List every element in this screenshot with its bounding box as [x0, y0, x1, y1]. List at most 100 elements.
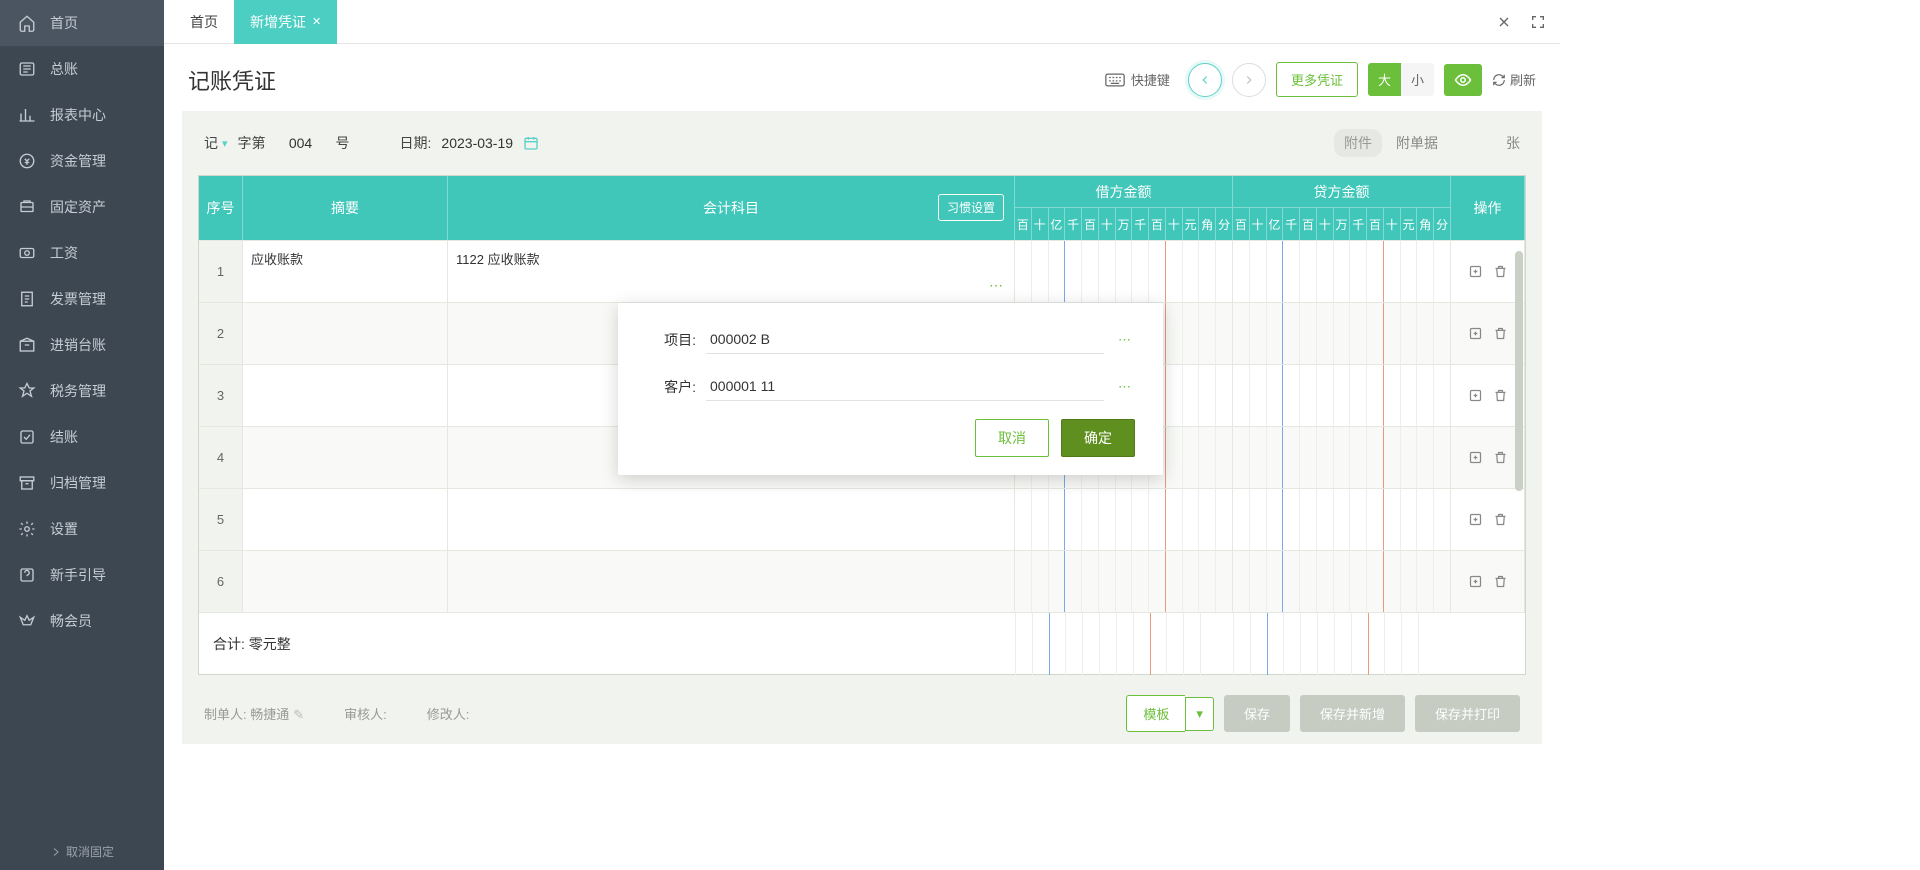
ops-cell [1451, 551, 1525, 612]
delete-row-icon[interactable] [1493, 388, 1508, 403]
th-summary: 摘要 [243, 176, 448, 240]
tab-new-voucher[interactable]: 新增凭证 ✕ [234, 0, 337, 44]
sidebar: 首页总账报表中心资金管理固定资产工资发票管理进销台账税务管理结账归档管理设置新手… [0, 0, 164, 870]
project-more-icon[interactable]: ⋯ [1114, 332, 1135, 348]
insert-row-icon[interactable] [1468, 512, 1483, 527]
sidebar-item-label: 结账 [50, 427, 78, 447]
sidebar-item-ledger[interactable]: 总账 [0, 46, 164, 92]
attachment-button[interactable]: 附件 [1334, 129, 1382, 157]
inventory-icon [18, 336, 36, 354]
next-voucher-button[interactable] [1232, 63, 1266, 97]
size-toggle[interactable]: 大 小 [1368, 63, 1434, 96]
cancel-button[interactable]: 取消 [975, 419, 1049, 457]
subject-more-icon[interactable]: ⋯ [989, 277, 1004, 294]
summary-cell[interactable] [243, 551, 448, 612]
save-and-print-button[interactable]: 保存并打印 [1415, 695, 1520, 732]
credit-cell[interactable] [1233, 303, 1451, 364]
ops-cell [1451, 241, 1525, 302]
subject-cell[interactable]: 1122 应收账款⋯ [448, 241, 1015, 302]
table-row: 1应收账款1122 应收账款⋯ [199, 240, 1525, 302]
sidebar-item-settings[interactable]: 设置 [0, 506, 164, 552]
voucher-number-input[interactable] [276, 135, 326, 151]
delete-row-icon[interactable] [1493, 450, 1508, 465]
insert-row-icon[interactable] [1468, 264, 1483, 279]
customer-more-icon[interactable]: ⋯ [1114, 379, 1135, 395]
summary-cell[interactable] [243, 489, 448, 550]
sidebar-item-label: 归档管理 [50, 473, 106, 493]
sidebar-item-asset[interactable]: 固定资产 [0, 184, 164, 230]
save-button[interactable]: 保存 [1224, 695, 1290, 732]
credit-cell[interactable] [1233, 427, 1451, 488]
summary-cell[interactable] [243, 427, 448, 488]
insert-row-icon[interactable] [1468, 388, 1483, 403]
credit-cell[interactable] [1233, 241, 1451, 302]
sidebar-item-salary[interactable]: 工资 [0, 230, 164, 276]
more-vouchers-button[interactable]: 更多凭证 [1276, 62, 1358, 97]
insert-row-icon[interactable] [1468, 326, 1483, 341]
sidebar-item-label: 畅会员 [50, 611, 92, 631]
debit-cell[interactable] [1015, 551, 1233, 612]
delete-row-icon[interactable] [1493, 512, 1508, 527]
row-seq: 2 [199, 303, 243, 364]
summary-cell[interactable] [243, 303, 448, 364]
delete-row-icon[interactable] [1493, 264, 1508, 279]
visibility-button[interactable] [1444, 64, 1482, 96]
voucher-type-select[interactable]: 记 ▾ [204, 133, 228, 153]
debit-cell[interactable] [1015, 241, 1233, 302]
window-close-icon[interactable] [1492, 10, 1516, 34]
insert-row-icon[interactable] [1468, 450, 1483, 465]
salary-icon [18, 244, 36, 262]
ops-cell [1451, 489, 1525, 550]
save-and-new-button[interactable]: 保存并新增 [1300, 695, 1405, 732]
fullscreen-icon[interactable] [1526, 10, 1550, 34]
delete-row-icon[interactable] [1493, 326, 1508, 341]
row-seq: 5 [199, 489, 243, 550]
debit-cell[interactable] [1015, 489, 1233, 550]
prev-voucher-button[interactable] [1188, 63, 1222, 97]
sidebar-item-inventory[interactable]: 进销台账 [0, 322, 164, 368]
shortcut-hint[interactable]: 快捷键 [1105, 70, 1170, 89]
ok-button[interactable]: 确定 [1061, 419, 1135, 457]
insert-row-icon[interactable] [1468, 574, 1483, 589]
sheets-input[interactable] [1452, 136, 1492, 151]
subject-cell[interactable] [448, 489, 1015, 550]
page-title: 记账凭证 [188, 64, 276, 96]
delete-row-icon[interactable] [1493, 574, 1508, 589]
chevron-down-icon[interactable]: ▾ [1185, 697, 1214, 731]
scrollbar-thumb[interactable] [1515, 251, 1523, 491]
modifier: 修改人: [427, 704, 470, 723]
sidebar-item-tax[interactable]: 税务管理 [0, 368, 164, 414]
edit-maker-icon[interactable]: ✎ [293, 707, 304, 722]
refresh-button[interactable]: 刷新 [1492, 70, 1536, 89]
credit-cell[interactable] [1233, 365, 1451, 426]
sidebar-item-archive[interactable]: 归档管理 [0, 460, 164, 506]
sidebar-item-guide[interactable]: 新手引导 [0, 552, 164, 598]
sidebar-pin-toggle[interactable]: 取消固定 [0, 833, 164, 870]
sidebar-item-money[interactable]: 资金管理 [0, 138, 164, 184]
calendar-icon[interactable] [523, 135, 539, 151]
subject-cell[interactable] [448, 551, 1015, 612]
row-seq: 1 [199, 241, 243, 302]
credit-cell[interactable] [1233, 489, 1451, 550]
credit-cell[interactable] [1233, 551, 1451, 612]
project-input[interactable] [706, 325, 1104, 354]
tab-home[interactable]: 首页 [174, 0, 234, 44]
sidebar-item-invoice[interactable]: 发票管理 [0, 276, 164, 322]
size-large[interactable]: 大 [1368, 63, 1401, 96]
sidebar-item-home[interactable]: 首页 [0, 0, 164, 46]
voucher-date[interactable]: 2023-03-19 [441, 135, 513, 151]
template-button[interactable]: 模板 ▾ [1126, 695, 1214, 732]
close-icon[interactable]: ✕ [312, 15, 321, 28]
customer-input[interactable] [706, 372, 1104, 401]
sidebar-item-vip[interactable]: 畅会员 [0, 598, 164, 644]
chevron-down-icon: ▾ [222, 137, 228, 150]
size-small[interactable]: 小 [1401, 63, 1434, 96]
attach-slip-label: 附单据 [1396, 133, 1438, 153]
habit-settings-button[interactable]: 习惯设置 [938, 194, 1004, 221]
sidebar-item-close-book[interactable]: 结账 [0, 414, 164, 460]
sidebar-item-label: 资金管理 [50, 151, 106, 171]
sidebar-item-chart[interactable]: 报表中心 [0, 92, 164, 138]
summary-cell[interactable] [243, 365, 448, 426]
summary-cell[interactable]: 应收账款 [243, 241, 448, 302]
sidebar-item-label: 报表中心 [50, 105, 106, 125]
